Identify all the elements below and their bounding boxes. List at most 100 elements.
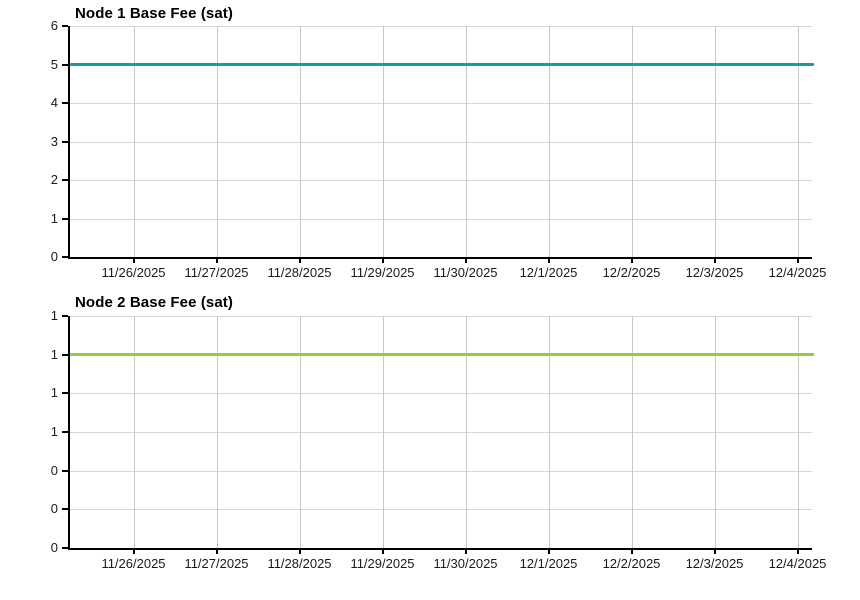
- x-tick-label: 11/26/2025: [101, 265, 166, 280]
- gridline-h: [70, 219, 812, 220]
- x-tick-label: 11/29/2025: [350, 265, 415, 280]
- y-tick-label: 4: [50, 95, 58, 110]
- y-tick-mark: [62, 102, 68, 104]
- y-tick-mark: [62, 547, 68, 549]
- y-tick-mark: [62, 141, 68, 143]
- x-tick-mark: [299, 548, 301, 554]
- chart-title: Node 1 Base Fee (sat): [75, 5, 233, 22]
- x-tick-label: 11/30/2025: [433, 556, 498, 571]
- y-tick-label: 0: [50, 249, 58, 264]
- x-tick-mark: [797, 548, 799, 554]
- x-tick-label: 12/3/2025: [685, 265, 744, 280]
- y-tick-label: 0: [50, 501, 58, 516]
- y-tick-mark: [62, 25, 68, 27]
- y-tick-mark: [62, 218, 68, 220]
- x-tick-label: 11/28/2025: [267, 556, 332, 571]
- y-tick-mark: [62, 256, 68, 258]
- y-tick-label: 6: [50, 18, 58, 33]
- x-tick-label: 11/26/2025: [101, 556, 166, 571]
- gridline-v: [714, 316, 716, 548]
- x-tick-mark: [714, 257, 716, 263]
- x-tick-mark: [216, 548, 218, 554]
- gridline-h: [70, 180, 812, 181]
- x-tick-mark: [299, 257, 301, 263]
- y-tick-mark: [62, 354, 68, 356]
- x-tick-label: 11/29/2025: [350, 556, 415, 571]
- y-tick-label: 2: [50, 172, 58, 187]
- y-tick-mark: [62, 431, 68, 433]
- x-tick-mark: [631, 548, 633, 554]
- gridline-h: [70, 393, 812, 394]
- gridline-v: [797, 316, 799, 548]
- gridline-v: [133, 26, 135, 257]
- y-tick-label: 1: [50, 211, 58, 226]
- x-tick-mark: [133, 548, 135, 554]
- x-tick-label: 11/28/2025: [267, 265, 332, 280]
- plot-area: 6 5 4 3 2 1 0 11/26/2025 11/27/2025 11/28/2025 11/…: [51, 18, 827, 280]
- gridline-h: [70, 432, 812, 433]
- x-tick-label: 12/1/2025: [519, 556, 578, 571]
- x-tick-mark: [631, 257, 633, 263]
- x-tick-label: 12/2/2025: [602, 265, 661, 280]
- gridline-h: [70, 65, 812, 66]
- chart-node-2-base-fee: Node 2 Base Fee (sat) 1 1 1 1 0 0 0 11/26/2025 1…: [0, 0, 860, 600]
- x-tick-mark: [548, 548, 550, 554]
- y-tick-mark: [62, 508, 68, 510]
- x-tick-label: 12/4/2025: [768, 265, 827, 280]
- y-tick-label: 0: [50, 540, 58, 555]
- gridline-h: [70, 471, 812, 472]
- gridline-h: [70, 103, 812, 104]
- x-tick-label: 12/1/2025: [519, 265, 578, 280]
- x-tick-label: 11/27/2025: [184, 265, 249, 280]
- gridline-h: [70, 316, 812, 317]
- gridline-v: [382, 316, 384, 548]
- x-tick-mark: [548, 257, 550, 263]
- x-tick-label: 12/2/2025: [602, 556, 661, 571]
- gridline-h: [70, 355, 812, 356]
- y-tick-label: 5: [50, 57, 58, 72]
- gridline-v: [714, 26, 716, 257]
- x-tick-label: 11/30/2025: [433, 265, 498, 280]
- y-tick-label: 1: [50, 424, 58, 439]
- y-tick-label: 1: [50, 308, 58, 323]
- x-tick-label: 12/3/2025: [685, 556, 744, 571]
- x-tick-mark: [465, 257, 467, 263]
- x-tick-mark: [133, 257, 135, 263]
- y-tick-label: 0: [50, 463, 58, 478]
- x-tick-mark: [465, 548, 467, 554]
- x-tick-label: 12/4/2025: [768, 556, 827, 571]
- y-tick-mark: [62, 64, 68, 66]
- y-tick-label: 3: [50, 134, 58, 149]
- gridline-v: [465, 316, 467, 548]
- gridline-v: [548, 26, 550, 257]
- gridline-h: [70, 142, 812, 143]
- chart-node-1-base-fee: Node 1 Base Fee (sat) 6 5 4 3 2 1 0 11/26/2025 1…: [0, 0, 860, 600]
- y-tick-mark: [62, 315, 68, 317]
- gridline-v: [797, 26, 799, 257]
- chart-title: Node 2 Base Fee (sat): [75, 294, 233, 311]
- y-tick-mark: [62, 392, 68, 394]
- x-tick-mark: [714, 548, 716, 554]
- gridline-v: [631, 316, 633, 548]
- gridline-h: [70, 26, 812, 27]
- x-tick-mark: [382, 257, 384, 263]
- y-tick-label: 1: [50, 347, 58, 362]
- gridline-v: [548, 316, 550, 548]
- x-tick-label: 11/27/2025: [184, 556, 249, 571]
- x-tick-mark: [797, 257, 799, 263]
- gridline-v: [299, 316, 301, 548]
- x-tick-mark: [382, 548, 384, 554]
- series-line: [70, 353, 814, 356]
- gridline-v: [216, 26, 218, 257]
- gridline-v: [382, 26, 384, 257]
- gridline-h: [70, 509, 812, 510]
- gridline-v: [216, 316, 218, 548]
- gridline-v: [465, 26, 467, 257]
- series-line: [70, 63, 814, 66]
- plot-area: 1 1 1 1 0 0 0 11/26/2025 11/27/2025 11/28/2025 11/…: [51, 308, 827, 571]
- y-tick-mark: [62, 179, 68, 181]
- y-tick-label: 1: [50, 385, 58, 400]
- gridline-v: [631, 26, 633, 257]
- gridline-v: [299, 26, 301, 257]
- gridline-v: [133, 316, 135, 548]
